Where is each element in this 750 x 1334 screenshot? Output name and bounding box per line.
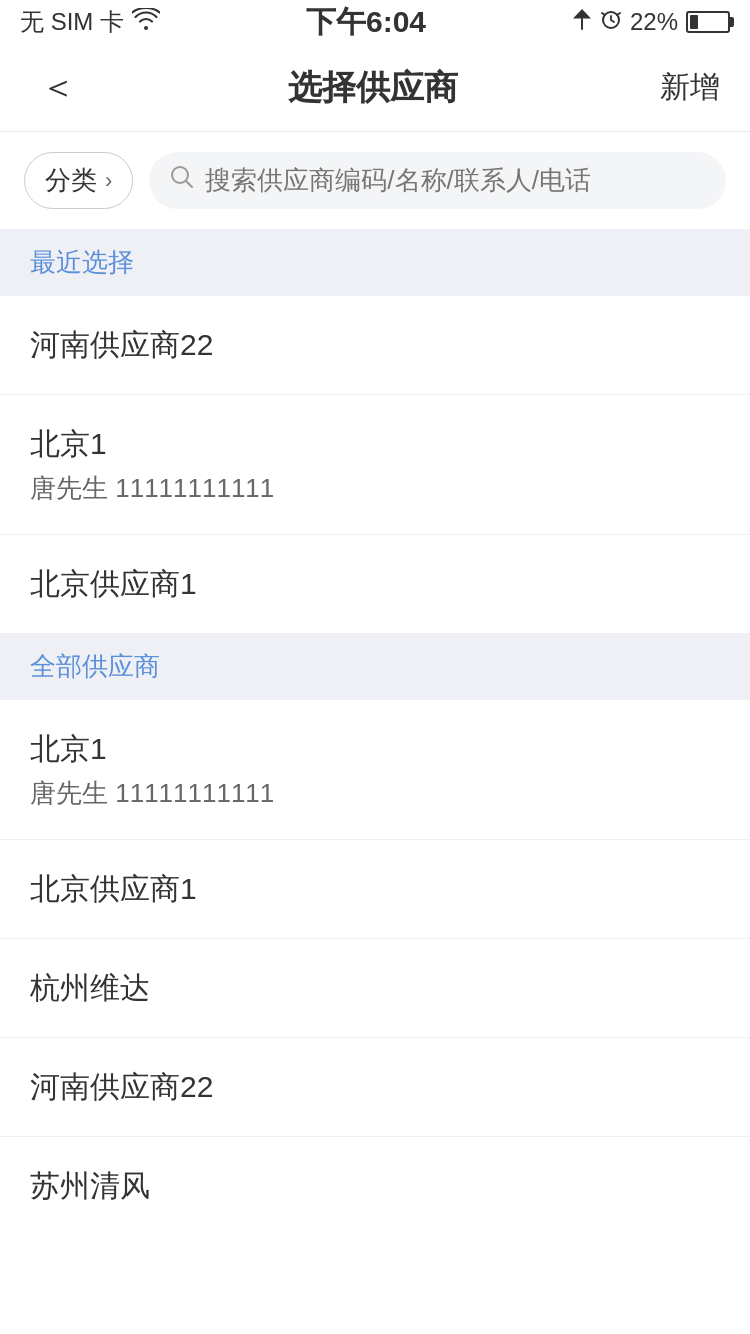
battery-icon: [686, 11, 730, 33]
no-sim-label: 无 SIM 卡: [20, 6, 124, 38]
list-item[interactable]: 杭州维达: [0, 939, 750, 1038]
supplier-name: 北京1: [30, 423, 720, 465]
recent-section-header: 最近选择: [0, 229, 750, 296]
supplier-name: 北京供应商1: [30, 563, 720, 605]
supplier-name: 苏州清风: [30, 1165, 720, 1207]
status-right: 22%: [572, 8, 730, 36]
nav-bar: ＜ 选择供应商 新增: [0, 44, 750, 132]
search-input[interactable]: [205, 165, 706, 196]
list-item[interactable]: 北京1 唐先生 11111111111: [0, 700, 750, 840]
list-item[interactable]: 苏州清风: [0, 1137, 750, 1235]
category-label: 分类: [45, 163, 97, 198]
supplier-name: 河南供应商22: [30, 1066, 720, 1108]
search-icon: [169, 164, 195, 197]
recent-items-list: 河南供应商22 北京1 唐先生 11111111111 北京供应商1: [0, 296, 750, 633]
location-icon: [572, 8, 592, 36]
list-item[interactable]: 北京供应商1: [0, 535, 750, 633]
list-item[interactable]: 河南供应商22: [0, 296, 750, 395]
chevron-right-icon: ›: [105, 168, 112, 194]
supplier-name: 杭州维达: [30, 967, 720, 1009]
status-left: 无 SIM 卡: [20, 6, 160, 38]
status-bar: 无 SIM 卡 下午6:04 22%: [0, 0, 750, 44]
page-title: 选择供应商: [288, 65, 458, 111]
all-section-header: 全部供应商: [0, 633, 750, 700]
supplier-name: 北京供应商1: [30, 868, 720, 910]
all-items-list: 北京1 唐先生 11111111111 北京供应商1 杭州维达 河南供应商22 …: [0, 700, 750, 1235]
list-item[interactable]: 北京供应商1: [0, 840, 750, 939]
alarm-icon: [600, 8, 622, 36]
battery-percent: 22%: [630, 8, 678, 36]
add-button[interactable]: 新增: [660, 67, 720, 108]
battery-fill: [690, 15, 698, 29]
supplier-sub: 唐先生 11111111111: [30, 776, 720, 811]
status-time: 下午6:04: [306, 2, 426, 43]
search-input-wrap: [149, 152, 726, 209]
wifi-icon: [132, 8, 160, 36]
supplier-name: 北京1: [30, 728, 720, 770]
back-button[interactable]: ＜: [30, 53, 86, 122]
supplier-sub: 唐先生 11111111111: [30, 471, 720, 506]
category-button[interactable]: 分类 ›: [24, 152, 133, 209]
supplier-name: 河南供应商22: [30, 324, 720, 366]
list-item[interactable]: 北京1 唐先生 11111111111: [0, 395, 750, 535]
search-area: 分类 ›: [0, 132, 750, 229]
list-item[interactable]: 河南供应商22: [0, 1038, 750, 1137]
